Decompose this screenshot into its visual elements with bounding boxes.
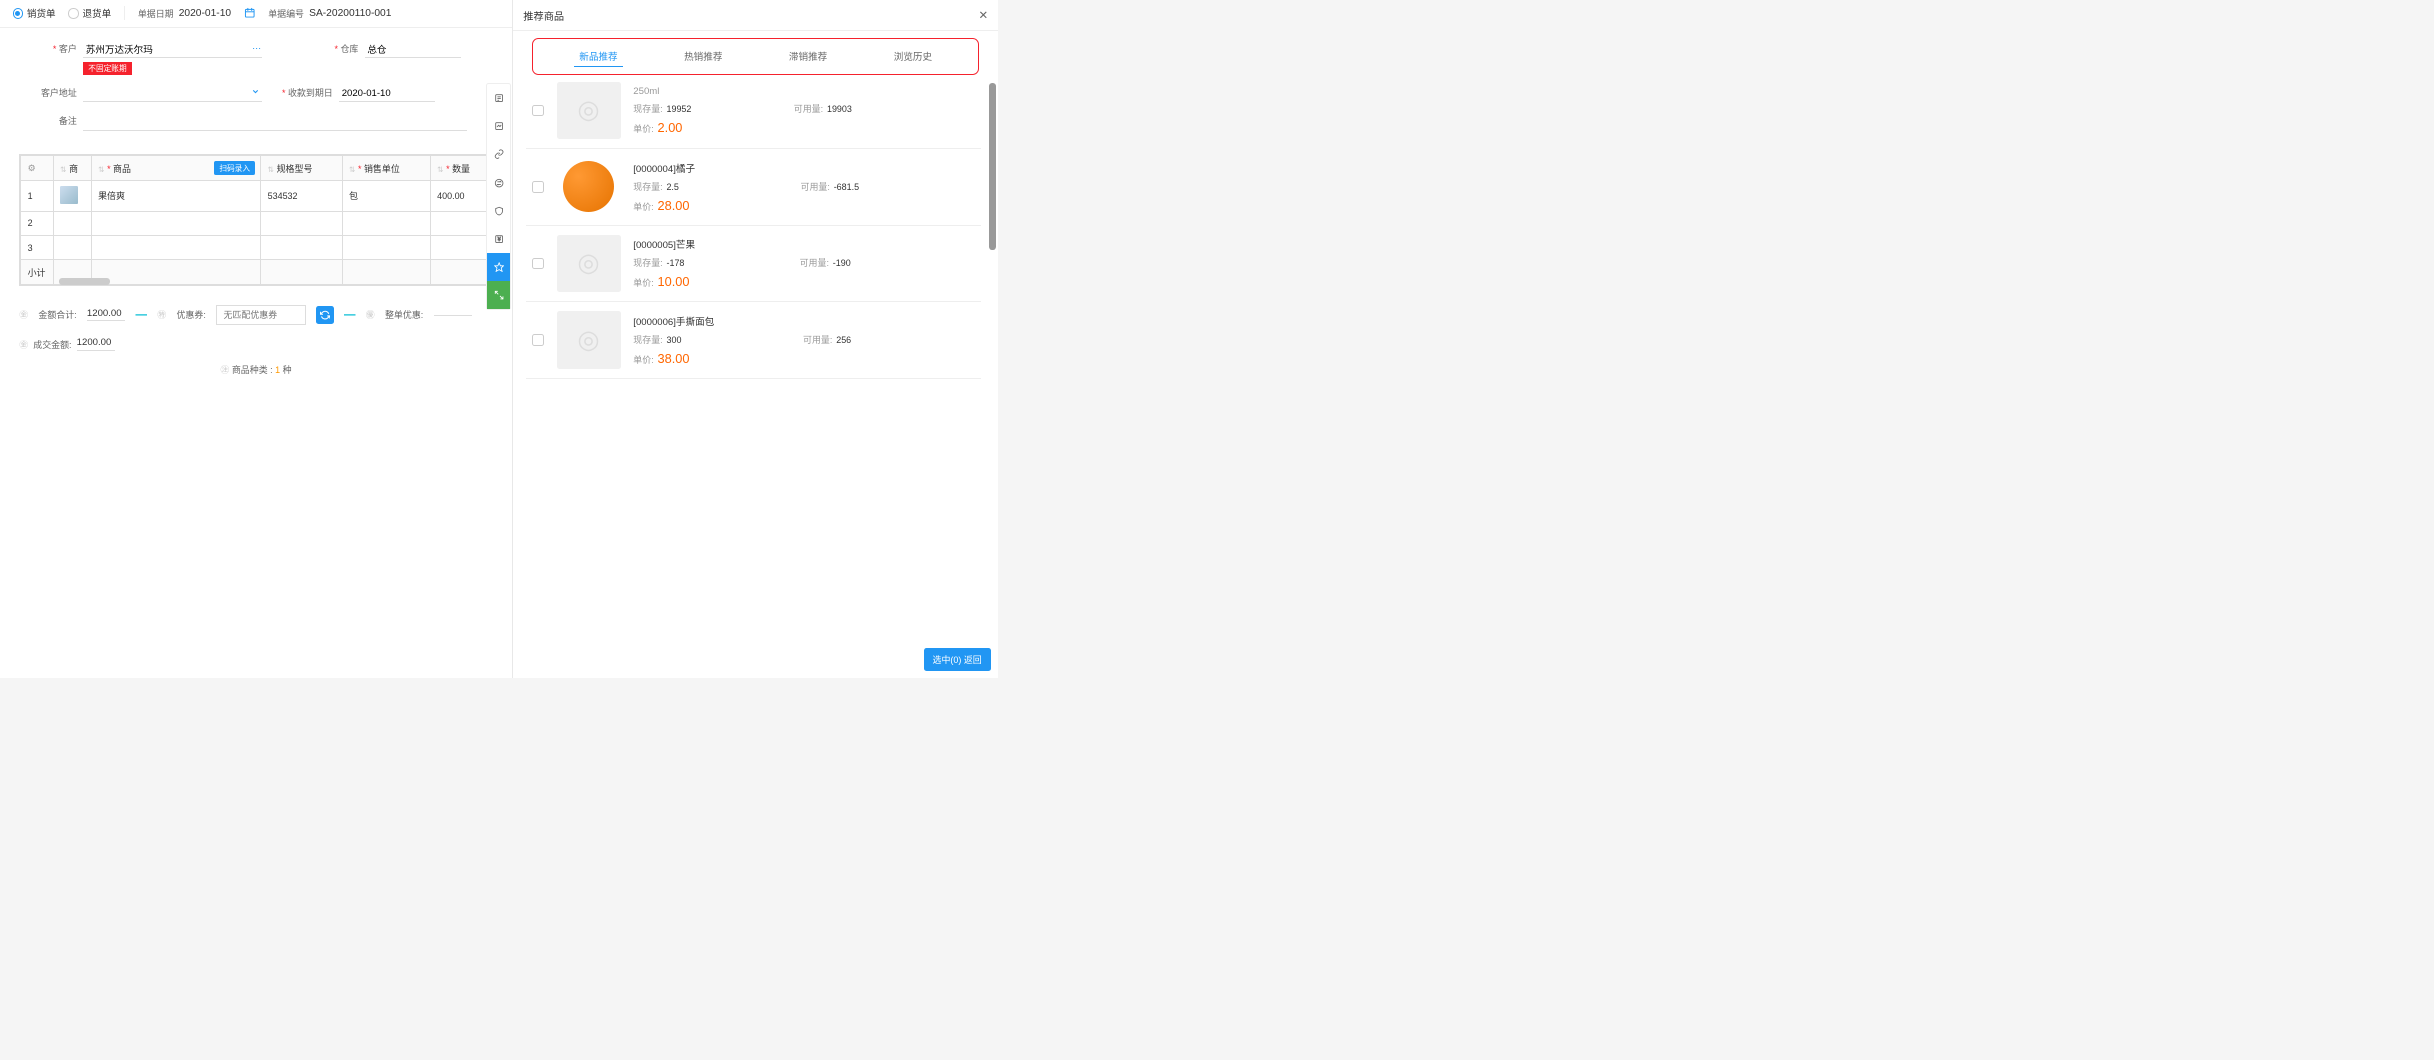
coupon-label: 优惠券: (176, 308, 205, 321)
chevron-down-icon[interactable] (251, 87, 260, 98)
customer-label: 客户 (19, 41, 83, 59)
due-date-label: 收款到期日 (269, 85, 339, 103)
customer-input[interactable] (83, 41, 262, 58)
tab-new[interactable]: 新品推荐 (574, 46, 623, 66)
select-return-button[interactable]: 选中(0) 返回 (924, 648, 991, 671)
radio-sales-order[interactable]: 销货单 (13, 6, 56, 20)
product-item[interactable]: ◎ [0000005]芒果 现存量:-178 可用量:-190 单价:10.00 (526, 226, 981, 303)
radio-sales-label: 销货单 (27, 6, 56, 20)
kind-icon: ㊟ (220, 365, 229, 375)
checkbox[interactable] (532, 334, 544, 346)
remark-label: 备注 (19, 113, 83, 131)
radio-dot-icon (68, 8, 78, 18)
product-name: [0000004]橘子 (633, 161, 974, 175)
shield-icon[interactable] (487, 197, 510, 225)
bottom-summary: ㊟ 商品种类 : 1 种 (0, 357, 512, 383)
close-icon[interactable]: ✕ (979, 8, 989, 22)
star-icon[interactable] (487, 253, 510, 281)
side-toolbar: ¥ (486, 83, 511, 310)
chart-icon[interactable] (487, 112, 510, 140)
due-date-input[interactable] (339, 85, 435, 102)
product-name: [0000006]手撕面包 (633, 314, 974, 328)
coupon-icon: ㊕ (157, 308, 166, 321)
calendar-icon[interactable] (244, 7, 256, 21)
product-item[interactable]: [0000004]橘子 现存量:2.5 可用量:-681.5 单价:28.00 (526, 149, 981, 225)
discount-label: 整单优惠: (385, 308, 423, 321)
tab-history[interactable]: 浏览历史 (889, 46, 938, 66)
list-icon[interactable] (487, 84, 510, 112)
tab-slow[interactable]: 滞销推荐 (784, 46, 833, 66)
date-label: 单据日期 (138, 7, 174, 20)
discount-icon: ㊝ (366, 308, 375, 321)
product-image-placeholder: ◎ (557, 82, 621, 140)
exchange-icon[interactable] (487, 169, 510, 197)
product-name: 250ml (633, 86, 974, 97)
ellipsis-icon[interactable]: ⋯ (252, 43, 262, 54)
radio-return-label: 退货单 (82, 6, 111, 20)
col-unit[interactable]: 销售单位 (342, 156, 430, 180)
deal-label: 成交金额: (33, 338, 71, 351)
radio-dot-icon (13, 8, 23, 18)
product-image-placeholder: ◎ (557, 311, 621, 369)
horizontal-scrollbar[interactable] (59, 278, 110, 284)
account-period-badge: 不固定账期 (83, 62, 132, 76)
date-value[interactable]: 2020-01-10 (179, 8, 231, 19)
checkbox[interactable] (532, 105, 544, 117)
link-icon[interactable] (487, 141, 510, 169)
checkbox[interactable] (532, 181, 544, 193)
currency-icon: ㊎ (19, 308, 28, 321)
docno-label: 单据编号 (268, 7, 304, 20)
recommendation-drawer: 推荐商品 ✕ 新品推荐 热销推荐 滞销推荐 浏览历史 ◎ 250ml 现存量:1… (512, 0, 998, 678)
address-input[interactable] (83, 85, 262, 102)
svg-text:¥: ¥ (497, 237, 500, 243)
col-spec[interactable]: 规格型号 (261, 156, 342, 180)
drawer-title: 推荐商品 (523, 8, 564, 23)
money-icon[interactable]: ¥ (487, 225, 510, 253)
product-item[interactable]: ◎ 250ml 现存量:19952 可用量:19903 单价:2.00 (526, 82, 981, 150)
expand-icon[interactable] (487, 281, 510, 309)
product-name: [0000005]芒果 (633, 237, 974, 251)
warehouse-label: 仓库 (301, 41, 365, 59)
radio-return-order[interactable]: 退货单 (68, 6, 111, 20)
vertical-scrollbar[interactable] (989, 83, 995, 249)
product-list: ◎ 250ml 现存量:19952 可用量:19903 单价:2.00 [000… (513, 82, 998, 396)
deal-value: 1200.00 (77, 337, 115, 350)
scan-input-badge[interactable]: 扫码录入 (214, 161, 255, 175)
col-qty[interactable]: 数量 (430, 156, 491, 180)
dash-icon: — (136, 309, 148, 321)
warehouse-input[interactable] (365, 41, 461, 58)
table-row[interactable]: 2 (21, 211, 492, 235)
total-label: 金额合计: (38, 308, 76, 321)
table-row[interactable]: 3 (21, 236, 492, 260)
main-form-panel: 销货单 退货单 单据日期 2020-01-10 单据编号 SA-20200110… (0, 0, 512, 678)
docno-value: SA-20200110-001 (309, 8, 391, 19)
table-row[interactable]: 1 果倍爽 534532 包 400.00 (21, 180, 492, 211)
items-table: ⚙ 商 商品扫码录入 规格型号 销售单位 数量 1 果倍爽 534532 包 4… (19, 154, 493, 285)
col-product[interactable]: 商品扫码录入 (91, 156, 261, 180)
total-value: 1200.00 (87, 308, 125, 321)
deal-icon: ㊎ (19, 338, 28, 351)
product-image-cell[interactable] (53, 180, 91, 211)
gear-icon[interactable]: ⚙ (28, 163, 36, 173)
product-image-placeholder: ◎ (557, 235, 621, 293)
product-image-orange (563, 161, 614, 212)
refresh-icon[interactable] (316, 306, 334, 324)
coupon-input[interactable] (216, 305, 306, 325)
top-bar: 销货单 退货单 单据日期 2020-01-10 单据编号 SA-20200110… (0, 0, 512, 28)
checkbox[interactable] (532, 258, 544, 270)
col-image[interactable]: 商 (53, 156, 91, 180)
discount-value[interactable] (434, 314, 472, 316)
tabs-row: 新品推荐 热销推荐 滞销推荐 浏览历史 (533, 39, 978, 74)
tabs-highlight-annotation: 新品推荐 热销推荐 滞销推荐 浏览历史 (532, 38, 979, 75)
remark-input[interactable] (83, 113, 467, 130)
product-item[interactable]: ◎ [0000006]手撕面包 现存量:300 可用量:256 单价:38.00 (526, 302, 981, 379)
address-label: 客户地址 (19, 85, 83, 103)
tab-hot[interactable]: 热销推荐 (679, 46, 728, 66)
dash-icon: — (344, 309, 356, 321)
